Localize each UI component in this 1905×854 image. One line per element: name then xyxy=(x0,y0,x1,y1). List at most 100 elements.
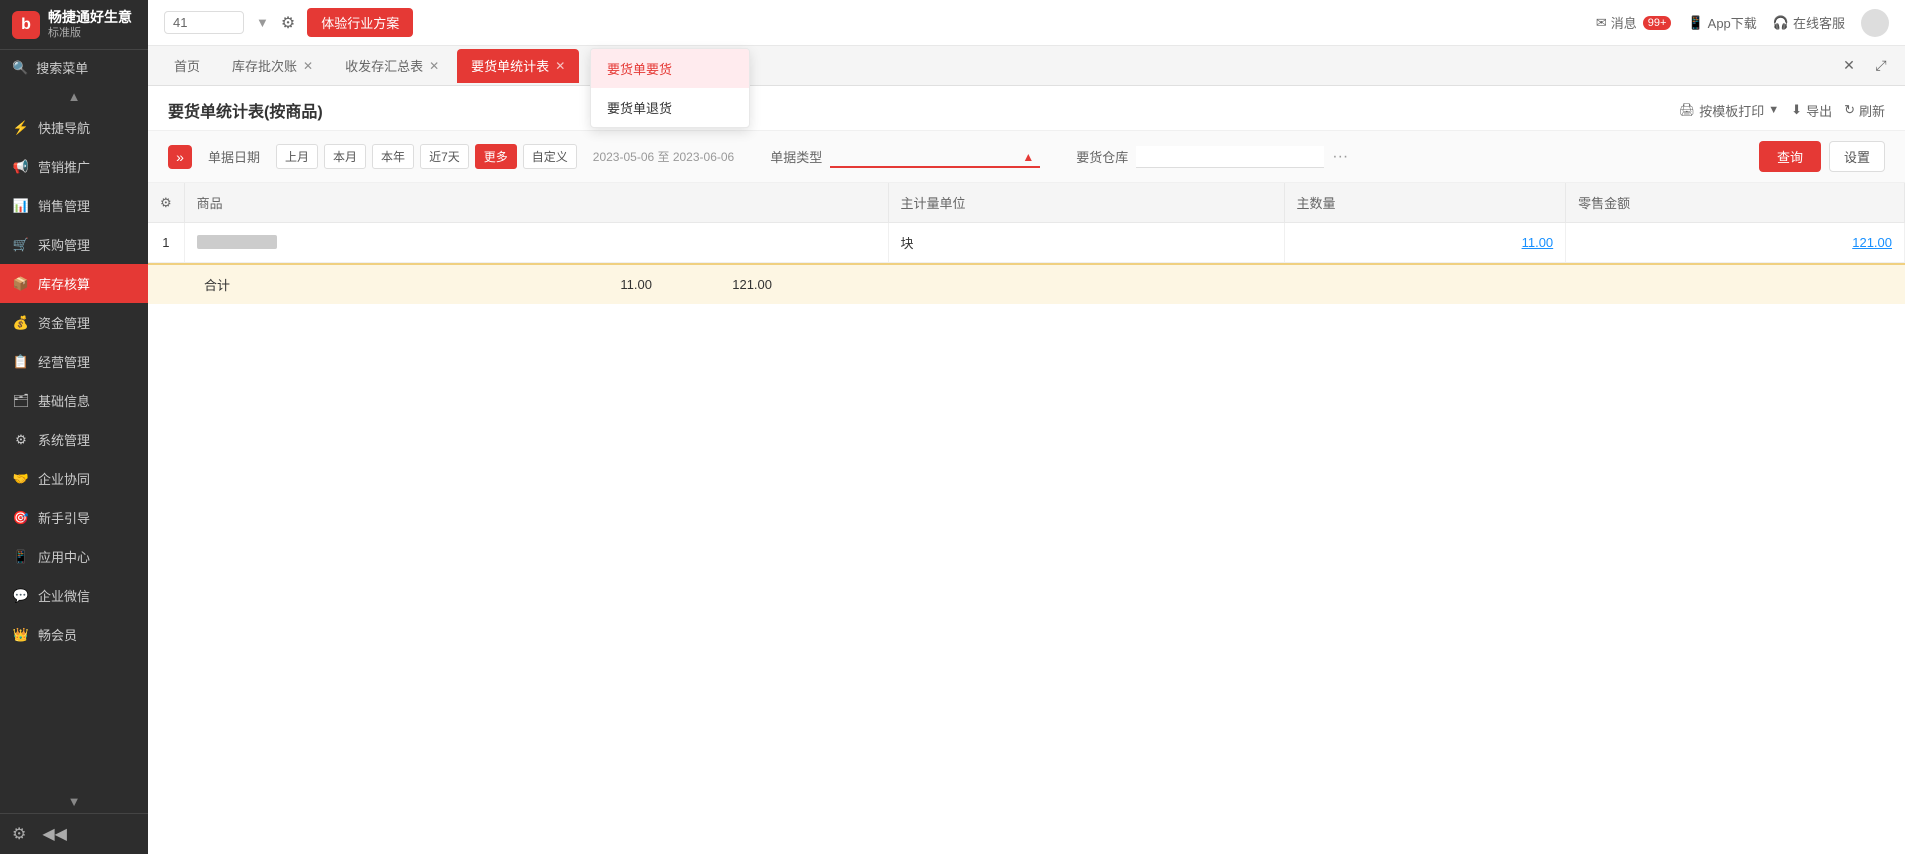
refresh-action[interactable]: ↻ 刷新 xyxy=(1844,101,1885,120)
logo-sub: 标准版 xyxy=(48,26,132,40)
date-buttons-group: 上月 本月 本年 近7天 更多 自定义 xyxy=(276,144,577,169)
print-action[interactable]: 🖨 按模板打印 ▼ xyxy=(1679,101,1779,120)
app-download-label: App下载 xyxy=(1708,13,1757,32)
nav-icon-sales: 📊 xyxy=(12,197,30,215)
nav-label-enterprise: 企业协同 xyxy=(38,469,90,488)
th-product: 商品 xyxy=(184,183,888,223)
tab-close-all[interactable]: ✕ xyxy=(1837,54,1861,78)
tab-inventory-batch-close[interactable]: ✕ xyxy=(303,59,313,73)
type-filter-label: 单据类型 xyxy=(770,147,822,166)
online-service-label: 在线客服 xyxy=(1793,13,1845,32)
refresh-icon: ↻ xyxy=(1844,102,1855,118)
filter-expand-btn[interactable]: » xyxy=(168,145,192,169)
sidebar-item-operations[interactable]: 📋 经营管理 xyxy=(0,342,148,381)
sidebar-item-wechat[interactable]: 💬 企业微信 xyxy=(0,576,148,615)
warehouse-more-icon[interactable]: ··· xyxy=(1332,148,1348,166)
date-btn-more[interactable]: 更多 xyxy=(475,144,517,169)
print-label: 按模板打印 xyxy=(1699,101,1764,120)
date-filter-label: 单据日期 xyxy=(208,147,260,166)
date-btn-this-year[interactable]: 本年 xyxy=(372,144,414,169)
sidebar-item-basic[interactable]: 🗂 基础信息 xyxy=(0,381,148,420)
tab-inventory-batch[interactable]: 库存批次账 ✕ xyxy=(218,49,327,83)
sidebar-item-sales[interactable]: 📊 销售管理 xyxy=(0,186,148,225)
sidebar-settings-icon[interactable]: ⚙ xyxy=(12,824,26,844)
sidebar-collapse-icon[interactable]: ◀◀ xyxy=(42,824,67,844)
topbar-dropdown-icon[interactable]: ▼ xyxy=(256,15,269,30)
messages-item[interactable]: ✉ 消息 99+ xyxy=(1596,13,1672,32)
sidebar-item-marketing[interactable]: 📢 营销推广 xyxy=(0,147,148,186)
date-btn-this-month[interactable]: 本月 xyxy=(324,144,366,169)
export-action[interactable]: ⬇ 导出 xyxy=(1791,101,1832,120)
sidebar-scroll-down[interactable]: ▼ xyxy=(0,790,148,813)
tab-recv-send[interactable]: 收发存汇总表 ✕ xyxy=(331,49,453,83)
row-qty-link[interactable]: 11.00 xyxy=(1522,235,1554,250)
print-icon: 🖨 xyxy=(1679,102,1696,118)
export-icon: ⬇ xyxy=(1791,102,1802,118)
app-download-item[interactable]: 📱 App下载 xyxy=(1687,13,1756,32)
date-btn-7days[interactable]: 近7天 xyxy=(420,144,469,169)
settings-btn[interactable]: 设置 xyxy=(1829,141,1885,172)
search-menu[interactable]: 🔍 搜索菜单 xyxy=(0,50,148,85)
tab-order-stats-close[interactable]: ✕ xyxy=(555,59,565,73)
type-select-container[interactable]: ▲ xyxy=(830,145,1040,168)
online-service-item[interactable]: 🎧 在线客服 xyxy=(1773,13,1845,32)
nav-label-operations: 经营管理 xyxy=(38,352,90,371)
sidebar-item-guide[interactable]: 🎯 新手引导 xyxy=(0,498,148,537)
type-select-input[interactable] xyxy=(830,145,1040,168)
nav-icon-members: 👑 xyxy=(12,626,30,644)
row-num: 1 xyxy=(148,223,184,263)
sidebar-item-inventory[interactable]: 📦 库存核算 xyxy=(0,264,148,303)
sidebar-item-enterprise[interactable]: 🤝 企业协同 xyxy=(0,459,148,498)
tab-recv-send-close[interactable]: ✕ xyxy=(429,59,439,73)
tabs-right: ✕ ⤢ xyxy=(1837,54,1893,78)
nav-icon-marketing: 📢 xyxy=(12,158,30,176)
sidebar-item-quick-nav[interactable]: ⚡ 快捷导航 xyxy=(0,108,148,147)
sidebar-item-members[interactable]: 👑 畅会员 xyxy=(0,615,148,654)
nav-label-finance: 资金管理 xyxy=(38,313,90,332)
app-download-icon: 📱 xyxy=(1687,15,1703,31)
nav-icon-quick-nav: ⚡ xyxy=(12,119,30,137)
date-range-text: 2023-05-06 至 2023-06-06 xyxy=(593,148,734,165)
topbar: ▼ ⚙ 体验行业方案 ✉ 消息 99+ 📱 App下载 🎧 在线客服 xyxy=(148,0,1905,46)
user-avatar[interactable] xyxy=(1861,9,1889,37)
th-unit: 主计量单位 xyxy=(888,183,1284,223)
industry-btn[interactable]: 体验行业方案 xyxy=(307,8,413,37)
nav-label-guide: 新手引导 xyxy=(38,508,90,527)
th-settings[interactable]: ⚙ xyxy=(148,183,184,223)
warehouse-filter-label: 要货仓库 xyxy=(1076,147,1128,166)
sidebar-item-purchase[interactable]: 🛒 采购管理 xyxy=(0,225,148,264)
messages-badge: 99+ xyxy=(1643,16,1672,30)
tab-order-stats-label: 要货单统计表 xyxy=(471,56,549,75)
footer-qty: 11.00 xyxy=(552,277,652,292)
date-btn-custom[interactable]: 自定义 xyxy=(523,144,577,169)
topbar-search-input[interactable] xyxy=(164,11,244,34)
search-menu-label: 搜索菜单 xyxy=(36,58,88,77)
tab-home-label: 首页 xyxy=(174,56,200,75)
dropdown-item-order-return[interactable]: 要货单退货 xyxy=(591,88,749,127)
sidebar-item-finance[interactable]: 💰 资金管理 xyxy=(0,303,148,342)
nav-icon-purchase: 🛒 xyxy=(12,236,30,254)
sidebar-item-system[interactable]: ⚙ 系统管理 xyxy=(0,420,148,459)
print-dropdown-icon: ▼ xyxy=(1768,104,1779,116)
row-amount-link[interactable]: 121.00 xyxy=(1852,235,1892,250)
row-unit: 块 xyxy=(888,223,1284,263)
table-header-row: ⚙ 商品 主计量单位 主数量 零售金额 xyxy=(148,183,1905,223)
nav-icon-wechat: 💬 xyxy=(12,587,30,605)
topbar-settings-icon[interactable]: ⚙ xyxy=(281,13,295,33)
sidebar-scroll-up[interactable]: ▲ xyxy=(0,85,148,108)
product-blurred xyxy=(197,235,277,249)
sidebar-item-app-center[interactable]: 📱 应用中心 xyxy=(0,537,148,576)
row-product xyxy=(184,223,888,263)
query-btn[interactable]: 查询 xyxy=(1759,141,1821,172)
warehouse-input[interactable] xyxy=(1136,146,1324,168)
tab-maximize[interactable]: ⤢ xyxy=(1869,54,1893,78)
nav-icon-inventory: 📦 xyxy=(12,275,30,293)
tab-inventory-batch-label: 库存批次账 xyxy=(232,56,297,75)
data-table: ⚙ 商品 主计量单位 主数量 零售金额 1 块 xyxy=(148,183,1905,263)
table-footer: 合计 11.00 121.00 xyxy=(148,263,1905,304)
type-dropdown: 要货单要货 要货单退货 xyxy=(590,86,750,128)
date-btn-last-month[interactable]: 上月 xyxy=(276,144,318,169)
tab-order-stats[interactable]: 要货单统计表 ✕ xyxy=(457,49,579,83)
logo-main: 畅捷通好生意 xyxy=(48,8,132,26)
tab-home[interactable]: 首页 xyxy=(160,49,214,83)
